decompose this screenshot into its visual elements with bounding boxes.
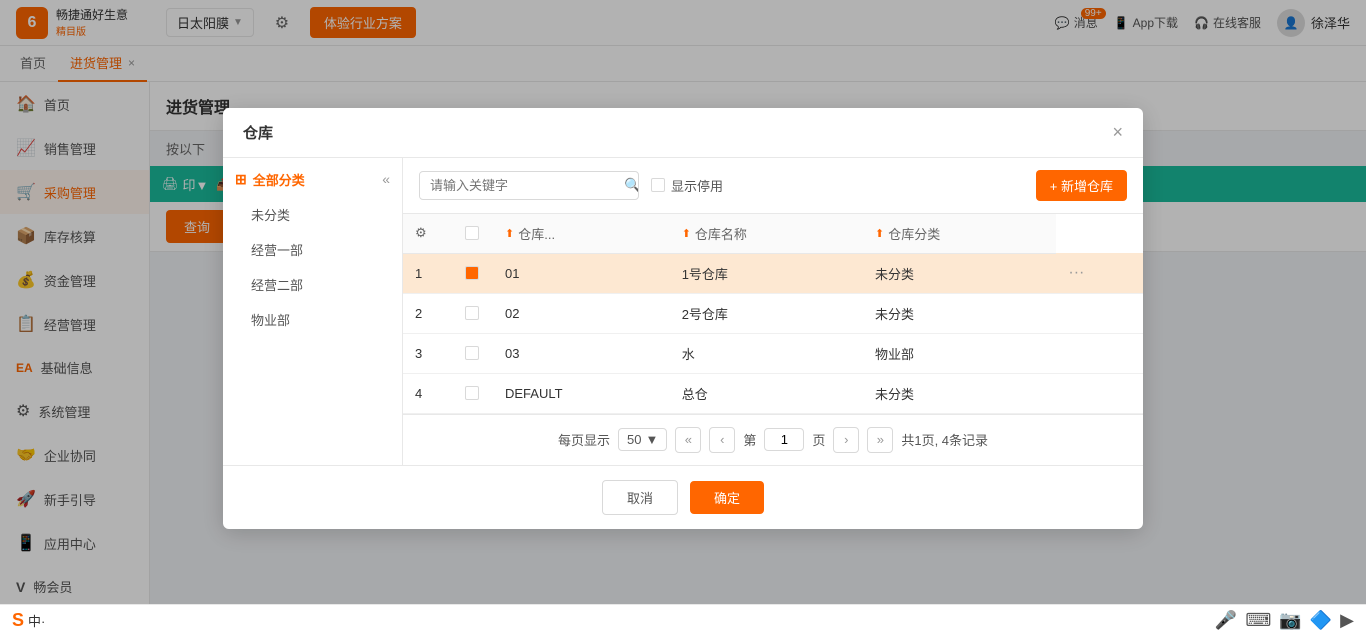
- row-code: 01: [493, 253, 670, 293]
- row-checkbox[interactable]: [453, 293, 493, 333]
- prev-page-btn[interactable]: ‹: [709, 427, 735, 453]
- cat-item-property[interactable]: 物业部: [223, 302, 402, 337]
- row-checkbox[interactable]: [453, 373, 493, 413]
- last-page-btn[interactable]: »: [867, 427, 893, 453]
- diamond-icon[interactable]: 🔷: [1310, 610, 1332, 631]
- cat-item-ops2[interactable]: 经营二部: [223, 267, 402, 302]
- show-disabled-checkbox[interactable]: 显示停用: [651, 176, 723, 195]
- modal-overlay: 仓库 × ⊞ 全部分类 « 未分类 经营一部: [0, 0, 1366, 636]
- table-row[interactable]: 1 01 1号仓库 未分类 ···: [403, 253, 1143, 293]
- disabled-checkbox[interactable]: [651, 178, 665, 192]
- page-number-input[interactable]: [764, 428, 804, 451]
- col-code: ⬆ 仓库...: [493, 214, 670, 254]
- header-checkbox[interactable]: [465, 226, 479, 240]
- modal-title: 仓库: [243, 122, 273, 143]
- table-toolbar: 🔍 显示停用 + 新增仓库: [403, 158, 1143, 213]
- sort-icon-name: ⬆: [682, 227, 691, 240]
- total-records: 共1页, 4条记录: [901, 430, 988, 449]
- row-checkbox[interactable]: [453, 253, 493, 293]
- row-code: 03: [493, 333, 670, 373]
- cat-header: ⊞ 全部分类 «: [223, 170, 402, 197]
- row-name: 总仓: [670, 373, 863, 413]
- cancel-btn[interactable]: 取消: [602, 480, 678, 515]
- camera-icon[interactable]: 📷: [1279, 610, 1301, 631]
- row-name: 水: [670, 333, 863, 373]
- sort-icon-cat: ⬆: [875, 227, 884, 240]
- cat-item-uncategorized[interactable]: 未分类: [223, 197, 402, 232]
- row-index: 2: [403, 293, 453, 333]
- per-page-select[interactable]: 50 ▼: [618, 428, 667, 451]
- play-icon[interactable]: ▶: [1340, 610, 1354, 631]
- first-page-btn[interactable]: «: [675, 427, 701, 453]
- page-label: 第: [743, 430, 756, 449]
- category-panel: ⊞ 全部分类 « 未分类 经营一部 经营二部 物业部: [223, 158, 403, 465]
- modal-body: ⊞ 全部分类 « 未分类 经营一部 经营二部 物业部: [223, 158, 1143, 465]
- row-name: 2号仓库: [670, 293, 863, 333]
- pagination: 每页显示 50 ▼ « ‹ 第 页 › » 共1页, 4条记录: [403, 414, 1143, 465]
- table-row[interactable]: 2 02 2号仓库 未分类: [403, 293, 1143, 333]
- col-name: ⬆ 仓库名称: [670, 214, 863, 254]
- col-checkbox: [453, 214, 493, 254]
- sort-icon: ⬆: [505, 227, 514, 240]
- keyboard-icon[interactable]: ⌨: [1245, 610, 1271, 631]
- search-box: 🔍: [419, 171, 639, 200]
- row-checkbox[interactable]: [453, 333, 493, 373]
- row-index: 1: [403, 253, 453, 293]
- cat-collapse-icon[interactable]: «: [382, 171, 390, 187]
- table-header-row: ⚙ ⬆ 仓库...: [403, 214, 1143, 254]
- search-input[interactable]: [420, 173, 616, 198]
- row-index: 4: [403, 373, 453, 413]
- settings-col-icon: ⚙: [415, 225, 427, 240]
- confirm-btn[interactable]: 确定: [690, 481, 764, 514]
- row-category: 未分类: [863, 293, 1056, 333]
- page-unit: 页: [812, 430, 825, 449]
- bottom-bar: S 中· 🎤 ⌨ 📷 🔷 ▶: [0, 604, 1366, 636]
- row-category: 物业部: [863, 333, 1056, 373]
- row-category: 未分类: [863, 253, 1056, 293]
- mic-icon[interactable]: 🎤: [1215, 610, 1237, 631]
- grid-icon: ⊞: [235, 171, 247, 188]
- row-name: 1号仓库: [670, 253, 863, 293]
- per-page-label: 每页显示: [558, 430, 610, 449]
- modal-header: 仓库 ×: [223, 108, 1143, 158]
- row-code: DEFAULT: [493, 373, 670, 413]
- modal-footer: 取消 确定: [223, 465, 1143, 529]
- cat-title: ⊞ 全部分类: [235, 170, 305, 189]
- data-table: ⚙ ⬆ 仓库...: [403, 213, 1143, 414]
- per-page-chevron: ▼: [645, 432, 658, 447]
- next-page-btn[interactable]: ›: [833, 427, 859, 453]
- add-warehouse-btn[interactable]: + 新增仓库: [1036, 170, 1127, 201]
- col-category: ⬆ 仓库分类: [863, 214, 1056, 254]
- cat-item-ops1[interactable]: 经营一部: [223, 232, 402, 267]
- modal-close-icon[interactable]: ×: [1112, 123, 1123, 141]
- search-button[interactable]: 🔍: [616, 172, 639, 199]
- table-area: 🔍 显示停用 + 新增仓库: [403, 158, 1143, 465]
- row-category: 未分类: [863, 373, 1056, 413]
- row-actions-icon[interactable]: ···: [1068, 264, 1084, 281]
- row-code: 02: [493, 293, 670, 333]
- row-index: 3: [403, 333, 453, 373]
- brand-logo: S 中·: [12, 610, 45, 631]
- table-row[interactable]: 4 DEFAULT 总仓 未分类: [403, 373, 1143, 413]
- warehouse-modal: 仓库 × ⊞ 全部分类 « 未分类 经营一部: [223, 108, 1143, 529]
- table-row[interactable]: 3 03 水 物业部: [403, 333, 1143, 373]
- col-settings: ⚙: [403, 214, 453, 254]
